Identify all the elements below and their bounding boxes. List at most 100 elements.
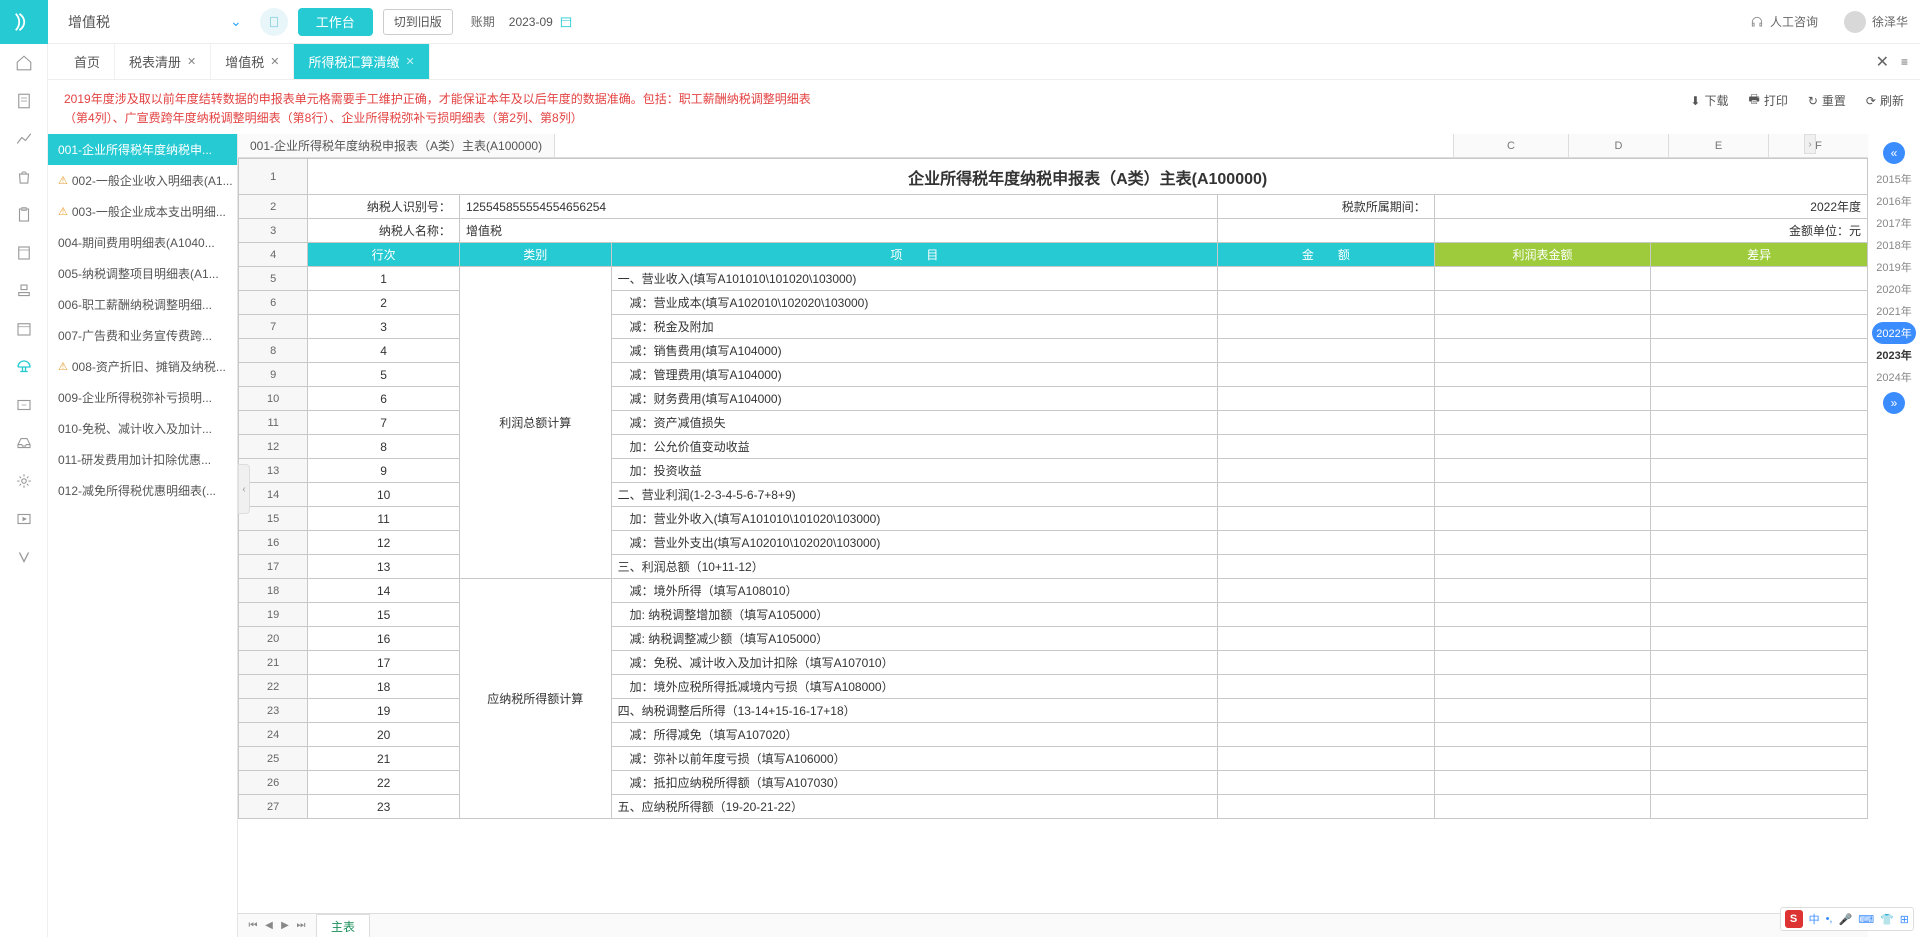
print-button[interactable]: 🖶 打印 — [1749, 90, 1788, 111]
nav-chart-icon[interactable] — [0, 120, 48, 158]
spreadsheet-grid[interactable]: 1企业所得税年度纳税申报表（A类）主表(A100000) 2 纳税人识别号： 1… — [238, 158, 1868, 819]
year-item[interactable]: 2024年 — [1872, 366, 1916, 388]
switch-old-button[interactable]: 切到旧版 — [383, 9, 453, 35]
amount-cell[interactable] — [1218, 315, 1435, 339]
pl-amount-cell[interactable] — [1434, 651, 1651, 675]
year-item[interactable]: 2023年 — [1872, 344, 1916, 366]
nav-video-icon[interactable] — [0, 500, 48, 538]
diff-cell[interactable] — [1651, 459, 1868, 483]
year-item[interactable]: 2016年 — [1872, 190, 1916, 212]
sheet-nav-prev-icon[interactable]: ◀ — [262, 920, 276, 931]
amount-cell[interactable] — [1218, 387, 1435, 411]
close-icon[interactable]: ✕ — [270, 55, 279, 68]
diff-cell[interactable] — [1651, 339, 1868, 363]
pl-amount-cell[interactable] — [1434, 483, 1651, 507]
pl-amount-cell[interactable] — [1434, 699, 1651, 723]
diff-cell[interactable] — [1651, 363, 1868, 387]
amount-cell[interactable] — [1218, 579, 1435, 603]
pl-amount-cell[interactable] — [1434, 795, 1651, 819]
bottom-sheet-tab[interactable]: 主表 — [316, 914, 370, 937]
amount-cell[interactable] — [1218, 531, 1435, 555]
nav-v-icon[interactable] — [0, 538, 48, 576]
sheet-nav-next-icon[interactable]: ▶ — [278, 920, 292, 931]
amount-cell[interactable] — [1218, 771, 1435, 795]
close-icon[interactable]: ✕ — [406, 55, 415, 68]
amount-cell[interactable] — [1218, 291, 1435, 315]
nav-tax-icon[interactable] — [0, 348, 48, 386]
pl-amount-cell[interactable] — [1434, 507, 1651, 531]
ime-toolbar[interactable]: S 中 •, 🎤 ⌨ 👕 ⊞ — [1780, 907, 1914, 931]
amount-cell[interactable] — [1218, 459, 1435, 483]
nav-calendar-icon[interactable] — [0, 310, 48, 348]
pl-amount-cell[interactable] — [1434, 363, 1651, 387]
download-button[interactable]: ⬇ 下载 — [1690, 90, 1728, 111]
pl-amount-cell[interactable] — [1434, 315, 1651, 339]
year-down-icon[interactable]: » — [1883, 392, 1905, 414]
diff-cell[interactable] — [1651, 771, 1868, 795]
pl-amount-cell[interactable] — [1434, 459, 1651, 483]
nav-clipboard-icon[interactable] — [0, 196, 48, 234]
form-list-item[interactable]: 009-企业所得税弥补亏损明... — [48, 382, 237, 413]
pl-amount-cell[interactable] — [1434, 723, 1651, 747]
year-item[interactable]: 2021年 — [1872, 300, 1916, 322]
amount-cell[interactable] — [1218, 435, 1435, 459]
ime-skin-icon[interactable]: 👕 — [1880, 913, 1894, 926]
pl-amount-cell[interactable] — [1434, 435, 1651, 459]
pl-amount-cell[interactable] — [1434, 627, 1651, 651]
diff-cell[interactable] — [1651, 411, 1868, 435]
nav-doc-icon[interactable] — [0, 82, 48, 120]
diff-cell[interactable] — [1651, 483, 1868, 507]
form-list-item[interactable]: 001-企业所得税年度纳税申... — [48, 134, 237, 165]
nav-settings-icon[interactable] — [0, 462, 48, 500]
nav-bag-icon[interactable] — [0, 158, 48, 196]
app-logo[interactable] — [0, 0, 48, 44]
pl-amount-cell[interactable] — [1434, 531, 1651, 555]
reset-button[interactable]: ↻ 重置 — [1808, 90, 1846, 111]
amount-cell[interactable] — [1218, 267, 1435, 291]
taxpayer-id-value[interactable]: 125545855554554656254 — [459, 195, 1217, 219]
tab-税表清册[interactable]: 税表清册✕ — [115, 44, 211, 79]
pl-amount-cell[interactable] — [1434, 291, 1651, 315]
form-list-item[interactable]: 007-广告费和业务宣传费跨... — [48, 320, 237, 351]
year-item[interactable]: 2020年 — [1872, 278, 1916, 300]
pl-amount-cell[interactable] — [1434, 675, 1651, 699]
diff-cell[interactable] — [1651, 315, 1868, 339]
form-list-item[interactable]: 012-减免所得税优惠明细表(... — [48, 475, 237, 506]
tax-period-value[interactable]: 2022年度 — [1434, 195, 1867, 219]
amount-cell[interactable] — [1218, 411, 1435, 435]
round-doc-button[interactable] — [260, 8, 288, 36]
form-list-item[interactable]: 010-免税、减计收入及加计... — [48, 413, 237, 444]
nav-home-icon[interactable] — [0, 44, 48, 82]
nav-inbox-icon[interactable] — [0, 424, 48, 462]
amount-cell[interactable] — [1218, 555, 1435, 579]
diff-cell[interactable] — [1651, 387, 1868, 411]
diff-cell[interactable] — [1651, 651, 1868, 675]
year-item[interactable]: 2015年 — [1872, 168, 1916, 190]
diff-cell[interactable] — [1651, 747, 1868, 771]
tab-menu-icon[interactable]: ≡ — [1901, 55, 1908, 69]
pl-amount-cell[interactable] — [1434, 555, 1651, 579]
amount-cell[interactable] — [1218, 699, 1435, 723]
diff-cell[interactable] — [1651, 267, 1868, 291]
year-item[interactable]: 2018年 — [1872, 234, 1916, 256]
horizontal-scrollbar[interactable] — [378, 921, 1860, 931]
user-menu[interactable]: 徐泽华 — [1844, 11, 1908, 33]
sheet-nav-first-icon[interactable]: ⏮ — [246, 920, 260, 931]
form-list-item[interactable]: ⚠003-一般企业成本支出明细... — [48, 196, 237, 227]
period-picker[interactable]: 2023-09 — [509, 15, 573, 29]
diff-cell[interactable] — [1651, 723, 1868, 747]
amount-cell[interactable] — [1218, 747, 1435, 771]
amount-cell[interactable] — [1218, 675, 1435, 699]
pl-amount-cell[interactable] — [1434, 603, 1651, 627]
diff-cell[interactable] — [1651, 579, 1868, 603]
pl-amount-cell[interactable] — [1434, 579, 1651, 603]
refresh-button[interactable]: ⟳ 刷新 — [1866, 90, 1904, 111]
ime-punct-icon[interactable]: •, — [1826, 913, 1833, 925]
sheet-nav-last-icon[interactable]: ⏭ — [294, 920, 308, 931]
year-item[interactable]: 2017年 — [1872, 212, 1916, 234]
ime-mic-icon[interactable]: 🎤 — [1838, 913, 1852, 926]
diff-cell[interactable] — [1651, 675, 1868, 699]
tab-首页[interactable]: 首页 — [60, 44, 115, 79]
diff-cell[interactable] — [1651, 603, 1868, 627]
diff-cell[interactable] — [1651, 699, 1868, 723]
